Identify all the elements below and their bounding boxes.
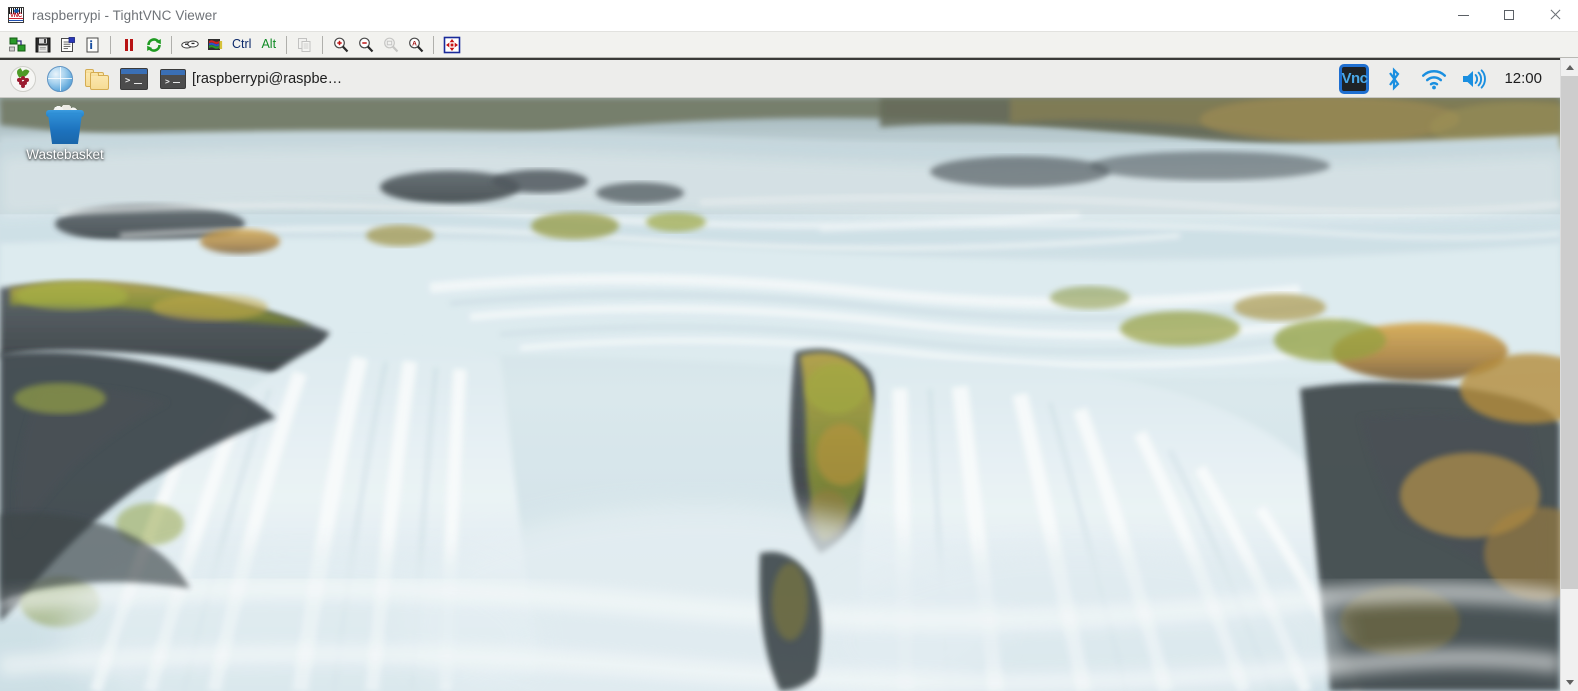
pause-icon xyxy=(124,38,133,51)
terminal-launcher[interactable]: > xyxy=(117,62,151,96)
close-icon xyxy=(1549,9,1561,21)
tray-bluetooth[interactable] xyxy=(1374,60,1414,98)
zoom-out-button[interactable] xyxy=(354,33,377,56)
toolbar-separator-3 xyxy=(286,35,288,54)
tray-volume[interactable] xyxy=(1454,60,1494,98)
zoom-actual-size-icon xyxy=(383,37,398,52)
wifi-icon xyxy=(1422,69,1447,89)
globe-icon xyxy=(47,65,73,92)
window-titlebar: VNC raspberrypi - TightVNC Viewer xyxy=(0,0,1578,31)
zoom-in-button[interactable] xyxy=(329,33,352,56)
remote-desktop-area[interactable]: > > [raspberrypi@raspbe… Vnc 12:00 Waste… xyxy=(0,58,1578,691)
file-manager-launcher[interactable] xyxy=(80,62,114,96)
taskbar-window-terminal[interactable]: > [raspberrypi@raspbe… xyxy=(157,64,350,94)
full-screen-icon xyxy=(443,36,460,53)
desktop-wallpaper[interactable]: Wastebasket xyxy=(0,98,1560,691)
window-title: raspberrypi - TightVNC Viewer xyxy=(32,7,217,23)
svg-text:A: A xyxy=(412,40,417,47)
system-tray: Vnc 12:00 xyxy=(1334,60,1560,98)
tray-wifi[interactable] xyxy=(1414,60,1454,98)
save-session-button[interactable] xyxy=(31,33,54,56)
raspberry-pi-desktop[interactable]: > > [raspberrypi@raspbe… Vnc 12:00 Waste… xyxy=(0,58,1560,691)
transfer-files-button[interactable] xyxy=(293,33,316,56)
zoom-in-icon xyxy=(333,37,348,52)
connection-options-button[interactable] xyxy=(56,33,79,56)
raspberry-menu-button[interactable] xyxy=(6,62,40,96)
tray-vnc-server[interactable]: Vnc xyxy=(1334,60,1374,98)
scroll-up-arrow[interactable] xyxy=(1561,58,1578,76)
maximize-button[interactable] xyxy=(1486,0,1532,30)
tightvnc-viewer-window: VNC raspberrypi - TightVNC Viewer Ctrl A… xyxy=(0,0,1578,691)
volume-icon xyxy=(1463,68,1487,89)
vnc-icon: Vnc xyxy=(1339,63,1370,94)
options-document-icon xyxy=(60,36,75,52)
lxde-panel: > > [raspberrypi@raspbe… Vnc 12:00 xyxy=(0,58,1560,98)
toolbar-separator-5 xyxy=(433,35,435,54)
scroll-down-arrow[interactable] xyxy=(1561,673,1578,691)
close-button[interactable] xyxy=(1532,0,1578,30)
vertical-scrollbar[interactable] xyxy=(1560,58,1578,691)
zoom-out-icon xyxy=(358,37,373,52)
new-connection-button[interactable] xyxy=(6,33,29,56)
maximize-icon xyxy=(1504,10,1514,20)
minimize-button[interactable] xyxy=(1440,0,1486,30)
send-ctrl-alt-del-button[interactable] xyxy=(178,33,201,56)
send-ctrl-button[interactable]: Ctrl xyxy=(228,33,255,56)
zoom-auto-scale-icon: A xyxy=(408,37,423,52)
taskbar-window-label: [raspberrypi@raspbe… xyxy=(192,70,343,87)
new-connection-icon xyxy=(8,37,25,51)
waterfall-wallpaper-art xyxy=(0,98,1560,691)
terminal-icon: > xyxy=(160,68,186,89)
zoom-auto-button[interactable]: A xyxy=(404,33,427,56)
window-controls xyxy=(1440,0,1578,30)
refresh-button[interactable] xyxy=(142,33,165,56)
raspberry-icon xyxy=(10,65,36,92)
panel-window-list: > [raspberrypi@raspbe… xyxy=(157,64,1334,94)
keyboard-icon xyxy=(180,40,199,48)
toolbar-separator-4 xyxy=(322,35,324,54)
windows-flag-icon xyxy=(207,38,222,50)
minimize-icon xyxy=(1457,14,1469,16)
full-screen-button[interactable] xyxy=(440,33,463,56)
refresh-icon xyxy=(146,37,161,52)
zoom-100-button[interactable] xyxy=(379,33,402,56)
tightvnc-logo-icon: VNC xyxy=(8,7,24,23)
trash-icon xyxy=(44,105,86,144)
floppy-disk-icon xyxy=(35,37,50,52)
connection-info-button[interactable] xyxy=(81,33,104,56)
panel-launchers: > xyxy=(0,62,151,96)
send-win-key-button[interactable] xyxy=(203,33,226,56)
desktop-icon-label: Wastebasket xyxy=(26,147,104,162)
viewer-toolbar: Ctrl Alt A xyxy=(0,31,1578,58)
terminal-icon: > xyxy=(120,67,148,90)
desktop-icon-wastebasket[interactable]: Wastebasket xyxy=(22,105,108,162)
panel-clock[interactable]: 12:00 xyxy=(1494,70,1556,87)
remote-viewport[interactable]: > > [raspberrypi@raspbe… Vnc 12:00 Waste… xyxy=(0,58,1560,691)
toolbar-separator-1 xyxy=(110,35,111,54)
chevron-down-icon xyxy=(1565,679,1574,685)
scroll-track[interactable] xyxy=(1561,76,1578,673)
chevron-up-icon xyxy=(1565,64,1574,70)
file-transfer-icon xyxy=(297,37,311,52)
scroll-thumb[interactable] xyxy=(1561,76,1578,590)
folders-icon xyxy=(83,67,111,91)
web-browser-launcher[interactable] xyxy=(43,62,77,96)
pause-button[interactable] xyxy=(117,33,140,56)
vnc-icon-label: Vnc xyxy=(1341,70,1368,87)
toolbar-separator-2 xyxy=(171,35,172,54)
send-alt-button[interactable]: Alt xyxy=(257,33,280,56)
info-document-icon xyxy=(86,37,98,52)
bluetooth-icon xyxy=(1389,66,1400,91)
